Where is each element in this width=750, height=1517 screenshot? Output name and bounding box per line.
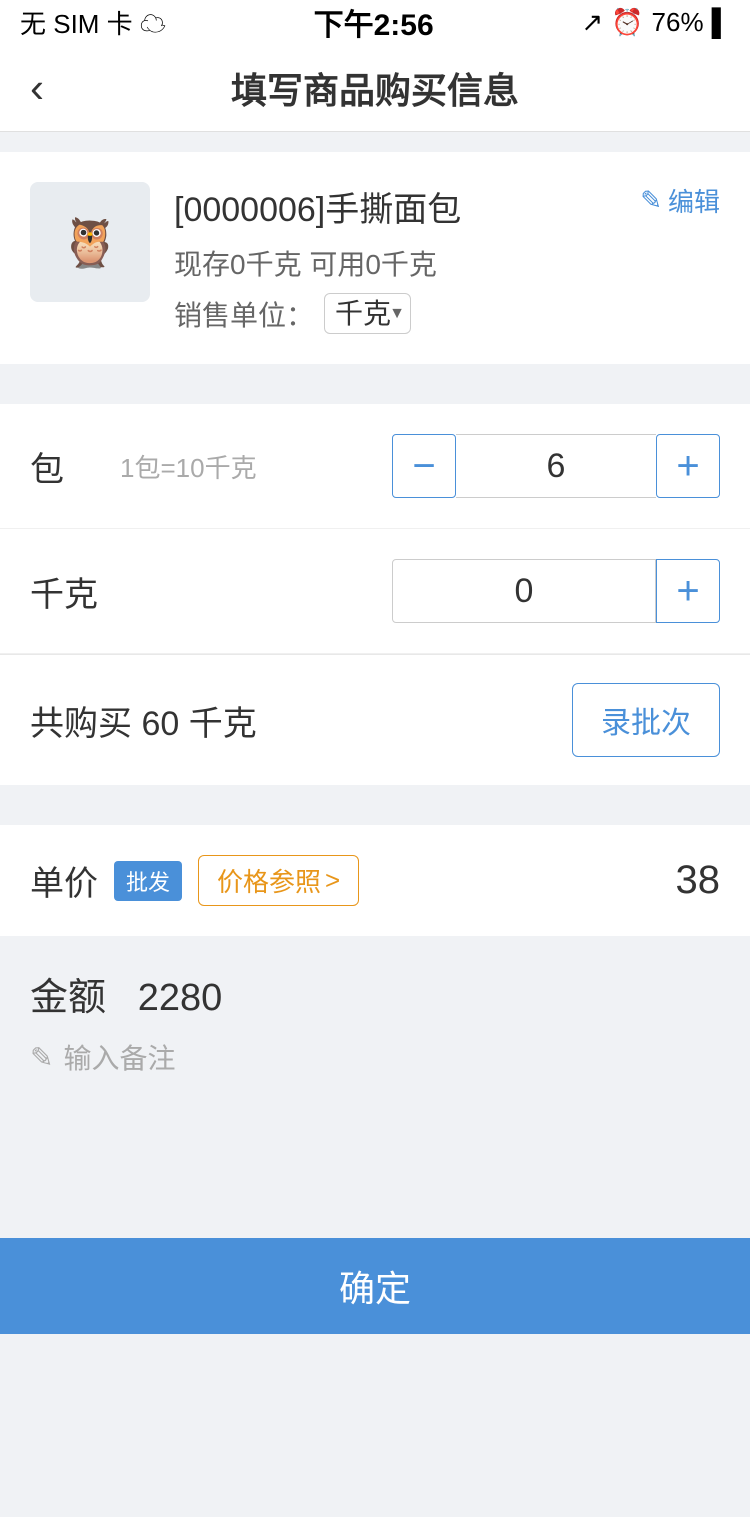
total-text: 共购买 60 千克 (30, 696, 257, 745)
batch-button[interactable]: 录批次 (572, 683, 720, 757)
pack-minus-button[interactable]: − (392, 434, 456, 498)
pack-label: 包 (30, 442, 110, 491)
confirm-label: 确定 (339, 1260, 411, 1312)
kg-plus-button[interactable]: + (656, 559, 720, 623)
pack-plus-button[interactable]: + (656, 434, 720, 498)
product-info: [0000006]手撕面包 现存0千克 可用0千克 销售单位： 千克 (174, 182, 720, 334)
battery-label: 76% (652, 7, 704, 38)
product-image: 🦉 (30, 182, 150, 302)
unit-select-wrap[interactable]: 千克 (324, 293, 411, 334)
amount-label: 金额 (30, 977, 106, 1019)
note-icon: ✎ (30, 1041, 53, 1074)
status-left: 无 SIM 卡 ☁ (20, 4, 166, 41)
divider-2 (0, 785, 750, 805)
product-unit-row: 销售单位： 千克 (174, 293, 720, 334)
kg-input[interactable] (392, 559, 656, 623)
edit-icon: ✎ (640, 185, 662, 216)
pack-row: 包 1包=10千克 − + (0, 404, 750, 529)
unit-select[interactable]: 千克 (324, 293, 411, 334)
note-placeholder[interactable]: 输入备注 (63, 1037, 175, 1077)
product-logo-icon: 🦉 (60, 214, 120, 271)
sim-label: 无 SIM 卡 ☁ (20, 4, 166, 41)
edit-label: 编辑 (668, 182, 720, 219)
alarm-icon: ⏰ (611, 7, 643, 38)
kg-row: 千克 + (0, 529, 750, 654)
product-name: [0000006]手撕面包 (174, 182, 720, 231)
price-label: 单价 (30, 856, 98, 905)
total-row: 共购买 60 千克 录批次 (0, 654, 750, 785)
price-value: 38 (676, 858, 721, 903)
page-title: 填写商品购买信息 (231, 62, 519, 114)
amount-section: 金额 2280 ✎ 输入备注 (0, 936, 750, 1097)
divider-1 (0, 364, 750, 384)
price-tag: 批发 (114, 861, 182, 901)
note-row[interactable]: ✎ 输入备注 (30, 1037, 720, 1077)
price-section: 单价 批发 价格参照 > 38 (0, 825, 750, 936)
product-card: 🦉 [0000006]手撕面包 现存0千克 可用0千克 销售单位： 千克 ✎ 编… (0, 152, 750, 364)
status-time: 下午2:56 (314, 0, 434, 44)
back-button[interactable]: ‹ (30, 64, 44, 112)
location-icon: ↗ (581, 7, 603, 38)
confirm-button[interactable]: 确定 (0, 1238, 750, 1334)
price-ref-chevron-icon: > (325, 865, 340, 896)
status-bar: 无 SIM 卡 ☁ 下午2:56 ↗ ⏰ 76% ▌ (0, 0, 750, 44)
kg-label: 千克 (30, 567, 110, 616)
pack-controls: − + (392, 434, 720, 498)
price-ref-label: 价格参照 (217, 862, 321, 899)
battery-icon: ▌ (712, 7, 730, 38)
quantity-section: 包 1包=10千克 − + 千克 + 共购买 60 千克 录批次 (0, 404, 750, 785)
product-stock: 现存0千克 可用0千克 (174, 243, 720, 283)
pack-input[interactable] (456, 434, 656, 498)
unit-label: 销售单位： (174, 294, 314, 334)
amount-row: 金额 2280 (30, 966, 720, 1021)
nav-bar: ‹ 填写商品购买信息 (0, 44, 750, 132)
status-right: ↗ ⏰ 76% ▌ (581, 7, 730, 38)
pack-hint: 1包=10千克 (120, 448, 392, 485)
price-ref-button[interactable]: 价格参照 > (198, 855, 359, 906)
amount-value: 2280 (138, 977, 223, 1019)
edit-button[interactable]: ✎ 编辑 (640, 182, 720, 219)
kg-controls: + (392, 559, 720, 623)
